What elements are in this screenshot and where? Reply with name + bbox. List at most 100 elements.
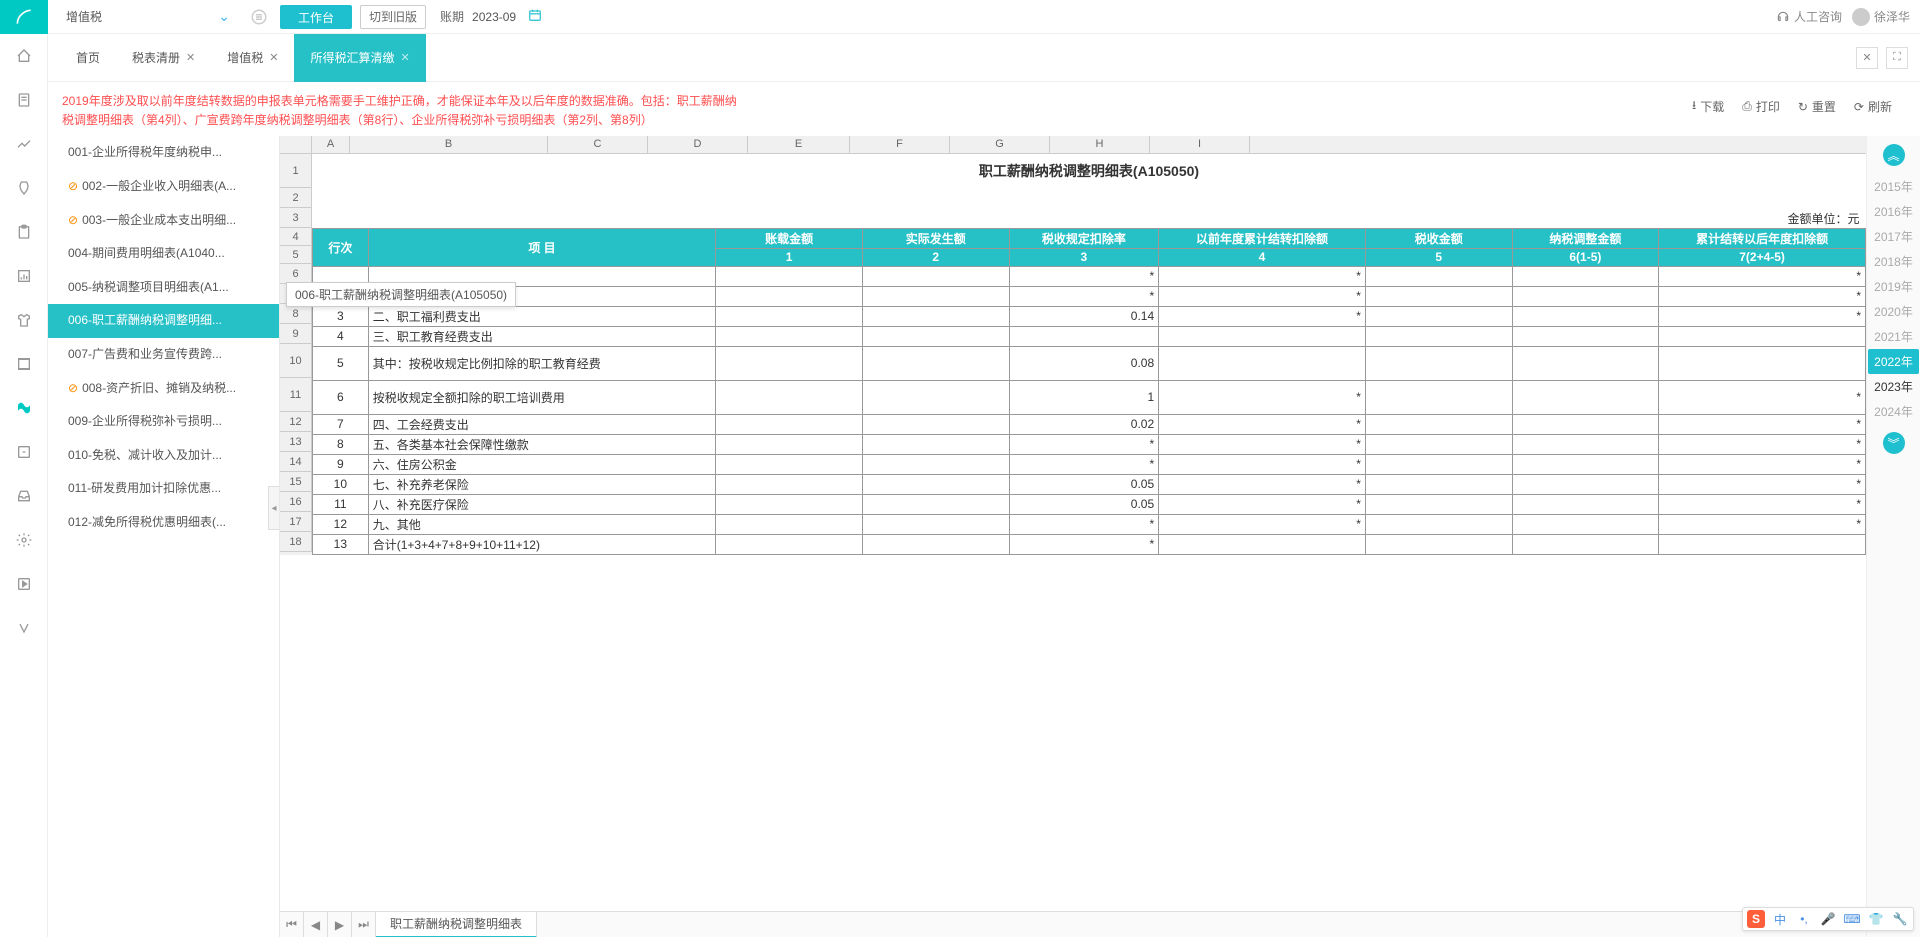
cell[interactable] bbox=[862, 380, 1009, 414]
cell[interactable]: 9 bbox=[313, 454, 369, 474]
cell[interactable]: * bbox=[1159, 514, 1366, 534]
cell[interactable]: * bbox=[1659, 306, 1866, 326]
row-header-15[interactable]: 15 bbox=[280, 472, 312, 492]
cell[interactable]: 四、工会经费支出 bbox=[368, 414, 716, 434]
cell[interactable]: 3 bbox=[1009, 248, 1159, 266]
cell[interactable]: 7 bbox=[313, 414, 369, 434]
row-header-10[interactable]: 10 bbox=[280, 344, 312, 378]
cell[interactable] bbox=[862, 414, 1009, 434]
ime-punct-icon[interactable]: •, bbox=[1795, 910, 1813, 928]
cell[interactable] bbox=[716, 434, 863, 454]
cell[interactable] bbox=[1365, 534, 1512, 554]
cell[interactable] bbox=[1512, 514, 1659, 534]
form-item-3[interactable]: 004-期间费用明细表(A1040... bbox=[48, 237, 279, 271]
cell[interactable]: 八、补充医疗保险 bbox=[368, 494, 716, 514]
row-header-14[interactable]: 14 bbox=[280, 452, 312, 472]
cell[interactable] bbox=[1512, 346, 1659, 380]
row-header-3[interactable]: 3 bbox=[280, 208, 312, 228]
year-2018年[interactable]: 2018年 bbox=[1868, 249, 1919, 274]
year-2024年[interactable]: 2024年 bbox=[1868, 399, 1919, 424]
row-header-1[interactable]: 1 bbox=[280, 154, 312, 188]
cell[interactable]: * bbox=[1009, 286, 1159, 306]
cell[interactable] bbox=[862, 326, 1009, 346]
cell[interactable]: 账载金额 bbox=[716, 228, 863, 248]
cell[interactable]: 11 bbox=[313, 494, 369, 514]
cell[interactable] bbox=[1659, 346, 1866, 380]
cell[interactable]: * bbox=[1659, 494, 1866, 514]
cell[interactable]: * bbox=[1159, 454, 1366, 474]
cell[interactable]: 4 bbox=[1159, 248, 1366, 266]
cell[interactable]: 纳税调整金额 bbox=[1512, 228, 1659, 248]
cell[interactable]: * bbox=[1159, 380, 1366, 414]
cell[interactable] bbox=[716, 326, 863, 346]
sheet-tab[interactable]: 职工薪酬纳税调整明细表 bbox=[376, 912, 537, 937]
nav-report-icon[interactable] bbox=[0, 254, 48, 298]
cell[interactable]: 1 bbox=[1009, 380, 1159, 414]
cell[interactable]: 合计(1+3+4+7+8+9+10+11+12) bbox=[368, 534, 716, 554]
cell[interactable] bbox=[1365, 434, 1512, 454]
col-header-G[interactable]: G bbox=[950, 136, 1050, 154]
cell[interactable] bbox=[716, 380, 863, 414]
ime-logo-icon[interactable]: S bbox=[1747, 910, 1765, 928]
cell[interactable] bbox=[862, 266, 1009, 286]
cell[interactable] bbox=[1159, 326, 1366, 346]
cell[interactable]: * bbox=[1009, 454, 1159, 474]
close-icon[interactable]: ✕ bbox=[269, 51, 278, 64]
nav-settings-icon[interactable] bbox=[0, 518, 48, 562]
nav-inbox-icon[interactable] bbox=[0, 474, 48, 518]
cell[interactable]: 按税收规定全额扣除的职工培训费用 bbox=[368, 380, 716, 414]
cell[interactable]: 5 bbox=[1365, 248, 1512, 266]
nav-box-icon[interactable] bbox=[0, 430, 48, 474]
cell[interactable] bbox=[1512, 414, 1659, 434]
year-2015年[interactable]: 2015年 bbox=[1868, 174, 1919, 199]
col-header-I[interactable]: I bbox=[1150, 136, 1250, 154]
row-header-11[interactable]: 11 bbox=[280, 378, 312, 412]
cell[interactable]: 0.14 bbox=[1009, 306, 1159, 326]
cell[interactable] bbox=[1512, 534, 1659, 554]
collapse-handle[interactable]: ◂ bbox=[268, 486, 280, 530]
cell[interactable] bbox=[1159, 534, 1366, 554]
close-icon[interactable]: ✕ bbox=[186, 51, 195, 64]
nav-money-icon[interactable] bbox=[0, 166, 48, 210]
form-item-2[interactable]: ⊘003-一般企业成本支出明细... bbox=[48, 204, 279, 238]
cell[interactable] bbox=[1659, 534, 1866, 554]
row-header-9[interactable]: 9 bbox=[280, 324, 312, 344]
cell[interactable]: * bbox=[1659, 414, 1866, 434]
cell[interactable]: 7(2+4-5) bbox=[1659, 248, 1866, 266]
cell[interactable]: 0.02 bbox=[1009, 414, 1159, 434]
cell[interactable] bbox=[862, 306, 1009, 326]
period-value[interactable]: 2023-09 bbox=[472, 10, 516, 24]
list-icon[interactable] bbox=[246, 4, 272, 30]
cell[interactable] bbox=[1365, 306, 1512, 326]
col-header-D[interactable]: D bbox=[648, 136, 748, 154]
nav-chart-icon[interactable] bbox=[0, 122, 48, 166]
cell[interactable]: 实际发生额 bbox=[862, 228, 1009, 248]
sheet-title[interactable]: 职工薪酬纳税调整明细表(A105050) bbox=[313, 154, 1866, 188]
tab-0[interactable]: 首页 bbox=[60, 34, 116, 82]
cell[interactable]: 税收金额 bbox=[1365, 228, 1512, 248]
calendar-icon[interactable] bbox=[528, 8, 542, 25]
cell[interactable]: 七、补充养老保险 bbox=[368, 474, 716, 494]
cell[interactable] bbox=[1512, 286, 1659, 306]
cell[interactable]: 2 bbox=[862, 248, 1009, 266]
nav-v-icon[interactable] bbox=[0, 606, 48, 650]
col-header-H[interactable]: H bbox=[1050, 136, 1150, 154]
tab-1[interactable]: 税表清册✕ bbox=[116, 34, 211, 82]
cell[interactable]: 0.08 bbox=[1009, 346, 1159, 380]
cell[interactable]: 行次 bbox=[313, 228, 369, 266]
col-header-B[interactable]: B bbox=[350, 136, 548, 154]
col-header-E[interactable]: E bbox=[748, 136, 850, 154]
cell[interactable]: * bbox=[1659, 434, 1866, 454]
row-header-17[interactable]: 17 bbox=[280, 512, 312, 532]
row-header-2[interactable]: 2 bbox=[280, 188, 312, 208]
cell[interactable] bbox=[1365, 380, 1512, 414]
ime-mic-icon[interactable]: 🎤 bbox=[1819, 910, 1837, 928]
year-2021年[interactable]: 2021年 bbox=[1868, 324, 1919, 349]
cell[interactable] bbox=[1365, 326, 1512, 346]
cell[interactable]: 0.05 bbox=[1009, 494, 1159, 514]
cell[interactable] bbox=[1512, 266, 1659, 286]
cell[interactable] bbox=[862, 514, 1009, 534]
cell[interactable] bbox=[1365, 266, 1512, 286]
cell[interactable] bbox=[716, 534, 863, 554]
cell[interactable]: * bbox=[1659, 474, 1866, 494]
